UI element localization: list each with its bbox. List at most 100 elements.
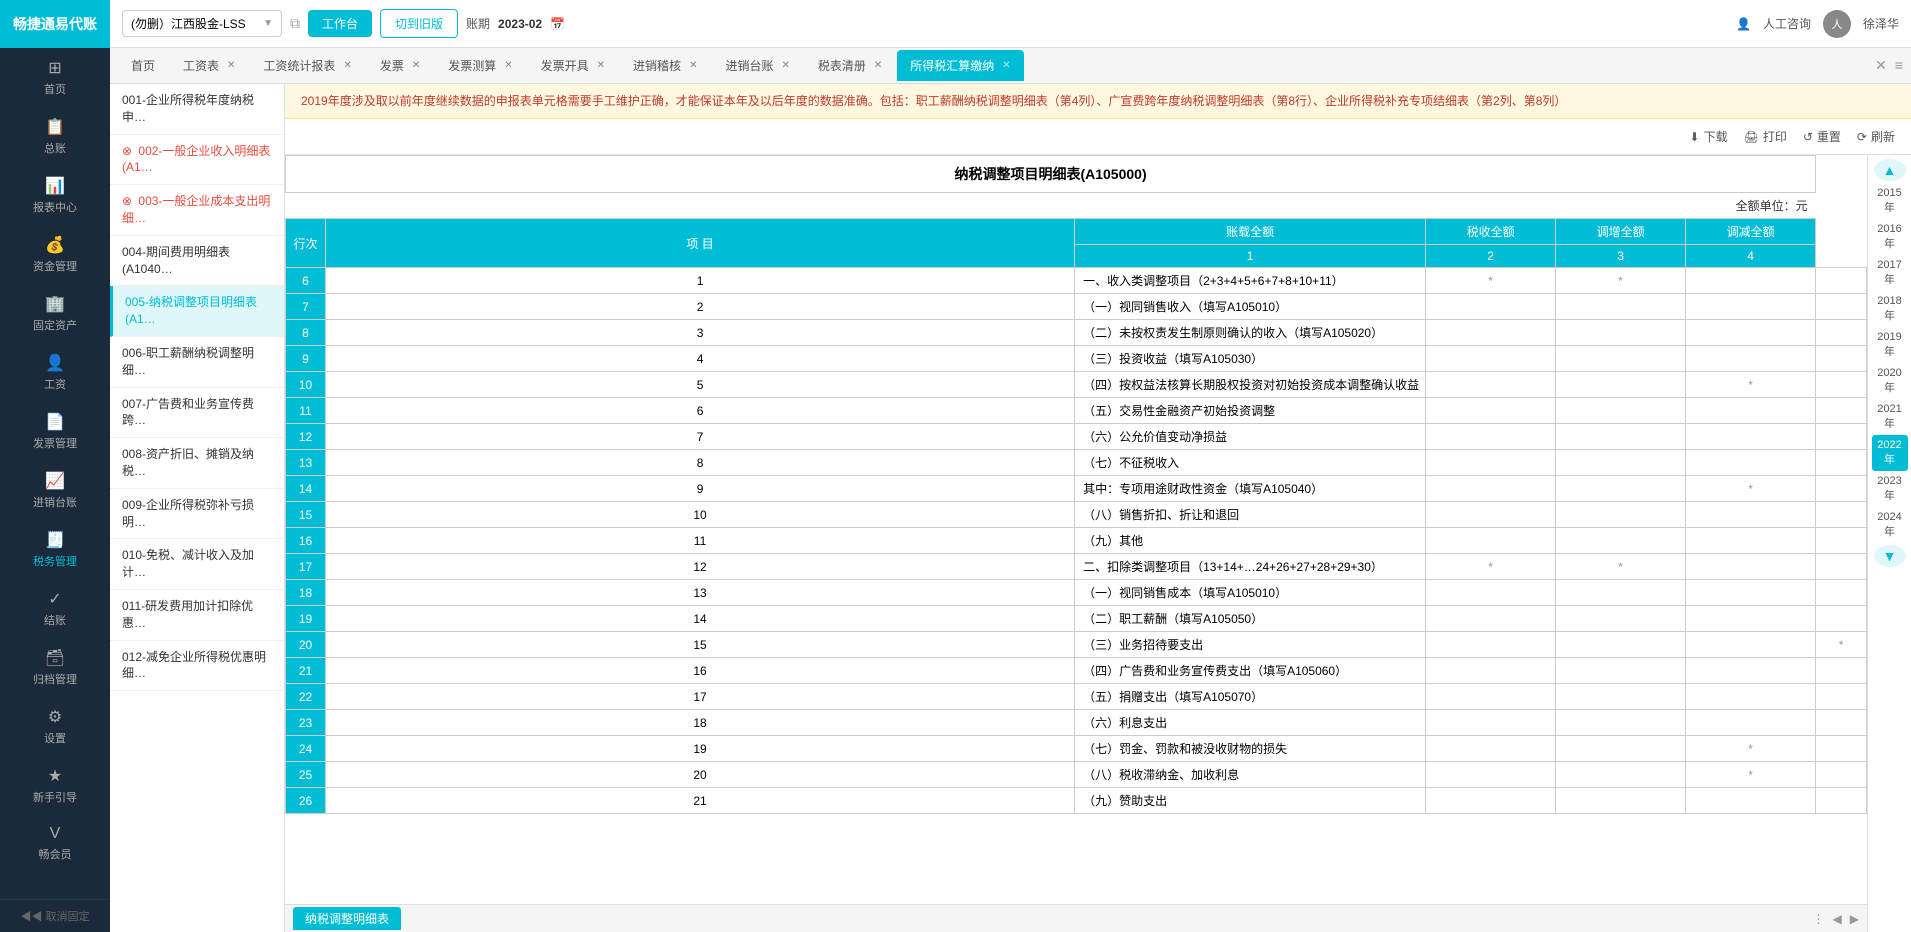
sidebar-item-vip[interactable]: V 畅会员: [0, 815, 110, 872]
left-item-010[interactable]: 010-免税、减计收入及加计…: [110, 539, 284, 590]
tab-payroll-stats[interactable]: 工资统计报表 ✕: [250, 50, 364, 81]
table-row[interactable]: 1712二、扣除类调整项目（13+14+…24+26+27+28+29+30）*…: [286, 554, 1867, 580]
cell-book[interactable]: [1426, 424, 1556, 450]
cell-tax[interactable]: [1556, 450, 1686, 476]
cell-tax[interactable]: *: [1556, 554, 1686, 580]
sidebar-item-settlement[interactable]: ✓ 结账: [0, 579, 110, 638]
calendar-icon[interactable]: 📅: [550, 17, 565, 31]
cell-book[interactable]: [1426, 736, 1556, 762]
cell-book[interactable]: [1426, 528, 1556, 554]
cell-tax[interactable]: [1556, 424, 1686, 450]
sidebar-item-archive[interactable]: 🗃 归档管理: [0, 638, 110, 697]
cell-decrease[interactable]: [1816, 684, 1867, 710]
cell-increase[interactable]: *: [1686, 476, 1816, 502]
cell-tax[interactable]: [1556, 710, 1686, 736]
cell-tax[interactable]: [1556, 320, 1686, 346]
year-button[interactable]: 2018年: [1872, 291, 1908, 327]
left-item-009[interactable]: 009-企业所得税弥补亏损明…: [110, 489, 284, 540]
workbench-button[interactable]: 工作台: [308, 10, 372, 37]
cell-book[interactable]: [1426, 632, 1556, 658]
tab-home[interactable]: 首页: [118, 50, 168, 81]
left-item-001[interactable]: 001-企业所得税年度纳税申…: [110, 84, 284, 135]
year-button[interactable]: 2022年: [1872, 435, 1908, 471]
company-selector[interactable]: (勿删）江西股金-LSS ▼: [122, 10, 282, 37]
download-button[interactable]: ⬇ 下载: [1690, 128, 1728, 145]
cell-increase[interactable]: [1686, 684, 1816, 710]
cell-decrease[interactable]: [1816, 710, 1867, 736]
tab-invoice-open-close[interactable]: ✕: [597, 60, 605, 71]
cell-decrease[interactable]: [1816, 476, 1867, 502]
cell-book[interactable]: [1426, 346, 1556, 372]
cell-decrease[interactable]: [1816, 762, 1867, 788]
cell-tax[interactable]: [1556, 372, 1686, 398]
service-label[interactable]: 人工咨询: [1763, 15, 1811, 32]
tab-input-ledger-close[interactable]: ✕: [781, 60, 789, 71]
cell-decrease[interactable]: [1816, 502, 1867, 528]
cell-decrease[interactable]: [1816, 606, 1867, 632]
table-row[interactable]: 116（五）交易性金融资产初始投资调整: [286, 398, 1867, 424]
table-row[interactable]: 2217（五）捐赠支出（填写A105070）: [286, 684, 1867, 710]
sidebar-item-tax[interactable]: 🧾 税务管理: [0, 520, 110, 579]
cell-book[interactable]: [1426, 658, 1556, 684]
sidebar-item-guide[interactable]: ★ 新手引导: [0, 756, 110, 815]
cell-book[interactable]: *: [1426, 268, 1556, 294]
cell-decrease[interactable]: [1816, 736, 1867, 762]
table-row[interactable]: 127（六）公允价值变动净损益: [286, 424, 1867, 450]
cell-increase[interactable]: *: [1686, 762, 1816, 788]
cell-decrease[interactable]: [1816, 554, 1867, 580]
year-button[interactable]: 2019年: [1872, 327, 1908, 363]
cell-book[interactable]: [1426, 502, 1556, 528]
cell-book[interactable]: [1426, 580, 1556, 606]
cell-increase[interactable]: [1686, 398, 1816, 424]
cell-decrease[interactable]: [1816, 346, 1867, 372]
cell-decrease[interactable]: [1816, 528, 1867, 554]
cell-book[interactable]: *: [1426, 554, 1556, 580]
cell-book[interactable]: [1426, 372, 1556, 398]
tab-tax-clear-close[interactable]: ✕: [874, 60, 882, 71]
cell-book[interactable]: [1426, 788, 1556, 814]
cell-increase[interactable]: [1686, 294, 1816, 320]
sidebar-item-asset[interactable]: 💰 资金管理: [0, 225, 110, 284]
cell-decrease[interactable]: [1816, 788, 1867, 814]
username[interactable]: 徐泽华: [1863, 15, 1899, 32]
close-all-icon[interactable]: ✕: [1875, 57, 1887, 74]
reset-button[interactable]: ↺ 重置: [1803, 128, 1841, 145]
sidebar-item-settings[interactable]: ⚙ 设置: [0, 697, 110, 756]
table-row[interactable]: 2520（八）税收滞纳金、加收利息*: [286, 762, 1867, 788]
tab-input-check[interactable]: 进销稽核 ✕: [620, 50, 710, 81]
year-button[interactable]: 2015年: [1872, 183, 1908, 219]
sidebar-item-fixed-asset[interactable]: 🏢 固定资产: [0, 284, 110, 343]
tab-income-tax[interactable]: 所得税汇算缴纳 ✕: [897, 50, 1023, 81]
tab-payroll[interactable]: 工资表 ✕: [170, 50, 248, 81]
table-row[interactable]: 1914（二）职工薪酬（填写A105050）: [286, 606, 1867, 632]
tab-payroll-close[interactable]: ✕: [227, 60, 235, 71]
table-row[interactable]: 61一、收入类调整项目（2+3+4+5+6+7+8+10+11）**: [286, 268, 1867, 294]
table-row[interactable]: 138（七）不征税收入: [286, 450, 1867, 476]
left-item-002[interactable]: ⊗ 002-一般企业收入明细表(A1…: [110, 135, 284, 186]
cell-increase[interactable]: [1686, 658, 1816, 684]
year-button[interactable]: 2021年: [1872, 399, 1908, 435]
cell-book[interactable]: [1426, 710, 1556, 736]
year-button[interactable]: 2023年: [1872, 471, 1908, 507]
cell-tax[interactable]: [1556, 684, 1686, 710]
menu-icon[interactable]: ≡: [1895, 57, 1903, 74]
table-row[interactable]: 2419（七）罚金、罚款和被没收财物的损失*: [286, 736, 1867, 762]
copy-icon[interactable]: ⧉: [290, 15, 300, 32]
sidebar-item-ledger[interactable]: 📋 总账: [0, 107, 110, 166]
tab-invoice[interactable]: 发票 ✕: [367, 50, 433, 81]
cell-increase[interactable]: [1686, 528, 1816, 554]
table-row[interactable]: 2621（九）赞助支出: [286, 788, 1867, 814]
cell-book[interactable]: [1426, 684, 1556, 710]
year-button[interactable]: 2020年: [1872, 363, 1908, 399]
switch-old-button[interactable]: 切到旧版: [380, 9, 458, 38]
year-scroll-up[interactable]: ▲: [1874, 159, 1906, 181]
tab-invoice-calc-close[interactable]: ✕: [504, 60, 512, 71]
cell-tax[interactable]: *: [1556, 268, 1686, 294]
tab-input-check-close[interactable]: ✕: [689, 60, 697, 71]
tab-invoice-close[interactable]: ✕: [412, 60, 420, 71]
cell-book[interactable]: [1426, 476, 1556, 502]
sidebar-item-invoice-mgmt[interactable]: 📄 发票管理: [0, 402, 110, 461]
cell-decrease[interactable]: [1816, 320, 1867, 346]
cell-increase[interactable]: [1686, 580, 1816, 606]
cell-tax[interactable]: [1556, 788, 1686, 814]
